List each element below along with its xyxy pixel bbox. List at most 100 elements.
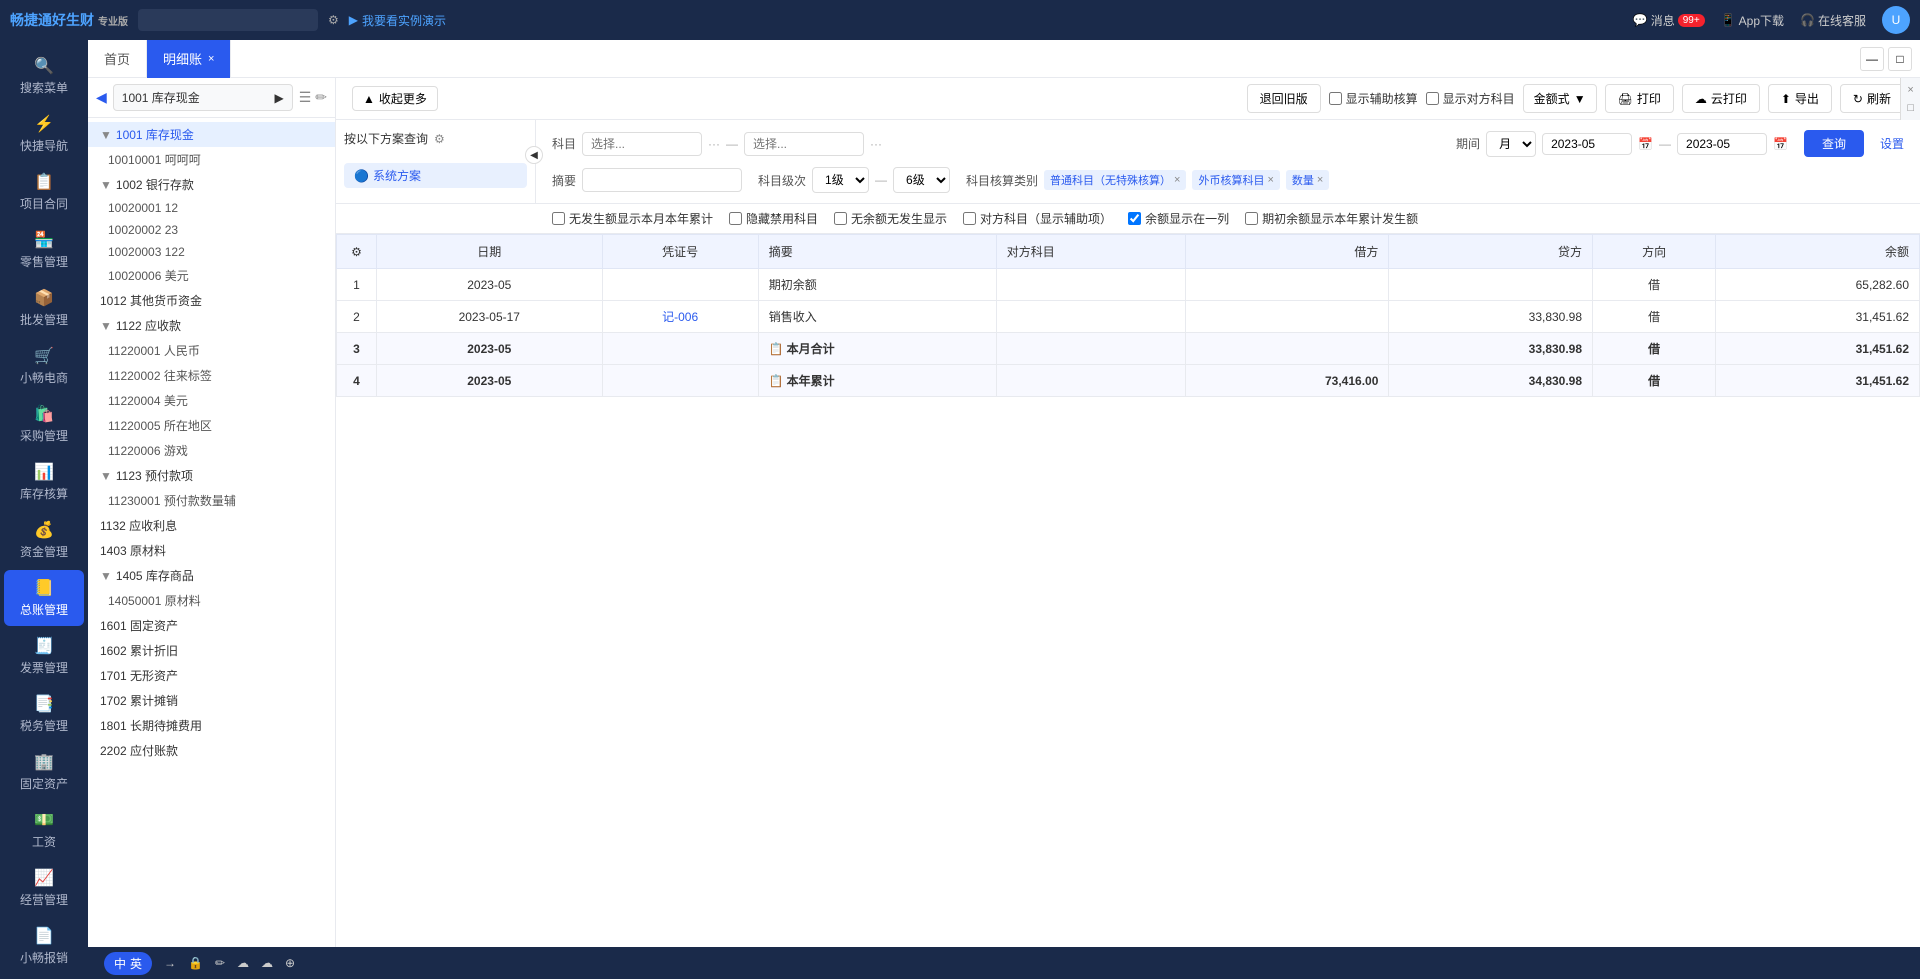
status-edit-icon[interactable]: ✏ bbox=[215, 956, 225, 970]
voucher-link[interactable]: 记-006 bbox=[662, 310, 698, 324]
sidebar-item-ecommerce[interactable]: 🛒 小畅电商 bbox=[4, 338, 84, 394]
tree-node-1001[interactable]: ▼1001 库存现金 bbox=[88, 122, 335, 147]
level-to-select[interactable]: 6级 bbox=[893, 167, 950, 193]
tree-node-1601[interactable]: 1601 固定资产 bbox=[88, 613, 335, 638]
tree-node-10020003[interactable]: 10020003 122 bbox=[88, 241, 335, 263]
scheme-settings-icon[interactable]: ⚙ bbox=[434, 132, 445, 146]
tab-home[interactable]: 首页 bbox=[88, 40, 147, 78]
no-occur-input[interactable] bbox=[552, 212, 565, 225]
contra-dir-input[interactable] bbox=[963, 212, 976, 225]
tree-node-1701[interactable]: 1701 无形资产 bbox=[88, 663, 335, 688]
level-from-select[interactable]: 1级 bbox=[812, 167, 869, 193]
no-open-accum-input[interactable] bbox=[1245, 212, 1258, 225]
tab-maximize-btn[interactable]: □ bbox=[1888, 47, 1912, 71]
sidebar-item-quick[interactable]: ⚡ 快捷导航 bbox=[4, 106, 84, 162]
cloud-print-btn[interactable]: ☁ 云打印 bbox=[1682, 84, 1760, 113]
sidebar-item-business[interactable]: 📈 经营管理 bbox=[4, 860, 84, 916]
sidebar-item-invoice[interactable]: 🧾 发票管理 bbox=[4, 628, 84, 684]
tree-node-1002[interactable]: ▼1002 银行存款 bbox=[88, 172, 335, 197]
tab-detail[interactable]: 明细账 × bbox=[147, 40, 231, 78]
calendar-from-icon[interactable]: 📅 bbox=[1638, 137, 1653, 151]
show-contra-input[interactable] bbox=[1426, 92, 1439, 105]
search-btn[interactable]: 查询 bbox=[1804, 130, 1864, 157]
online-service-btn[interactable]: 🎧 在线客服 bbox=[1800, 12, 1866, 29]
system-scheme-btn[interactable]: 🔵 系统方案 bbox=[344, 163, 527, 188]
balance-one-col-input[interactable] bbox=[1128, 212, 1141, 225]
user-avatar[interactable]: U bbox=[1882, 6, 1910, 34]
subject-to-input[interactable] bbox=[744, 132, 864, 156]
tab-close-btn[interactable]: × bbox=[208, 53, 214, 65]
th-settings[interactable]: ⚙ bbox=[337, 235, 377, 269]
tree-node-11220002[interactable]: 11220002 往来标签 bbox=[88, 363, 335, 388]
sidebar-item-assets[interactable]: 🏢 固定资产 bbox=[4, 744, 84, 800]
calendar-to-icon[interactable]: 📅 bbox=[1773, 137, 1788, 151]
tag-quantity-close[interactable]: × bbox=[1317, 174, 1323, 186]
tree-node-1123[interactable]: ▼1123 预付款项 bbox=[88, 463, 335, 488]
tree-node-1602[interactable]: 1602 累计折旧 bbox=[88, 638, 335, 663]
sidebar-item-search[interactable]: 🔍 搜索菜单 bbox=[4, 48, 84, 104]
tree-node-14050001[interactable]: 14050001 原材料 bbox=[88, 588, 335, 613]
show-contra-checkbox[interactable]: 显示对方科目 bbox=[1426, 90, 1515, 107]
amount-format-btn[interactable]: 金额式 ▼ bbox=[1523, 84, 1597, 113]
return-old-btn[interactable]: 退回旧版 bbox=[1247, 84, 1321, 113]
tree-node-1702[interactable]: 1702 累计摊销 bbox=[88, 688, 335, 713]
tree-node-1012[interactable]: 1012 其他货币资金 bbox=[88, 288, 335, 313]
period-from-input[interactable] bbox=[1542, 133, 1632, 155]
subject-from-input[interactable] bbox=[582, 132, 702, 156]
hide-disabled-checkbox[interactable]: 隐藏禁用科目 bbox=[729, 210, 818, 227]
no-balance-checkbox[interactable]: 无余额无发生显示 bbox=[834, 210, 947, 227]
show-aux-input[interactable] bbox=[1329, 92, 1342, 105]
search-input[interactable] bbox=[138, 9, 318, 31]
no-open-accum-checkbox[interactable]: 期初余额显示本年累计发生额 bbox=[1245, 210, 1418, 227]
float-close-btn[interactable]: × bbox=[1903, 82, 1918, 98]
tree-node-11220001[interactable]: 11220001 人民币 bbox=[88, 338, 335, 363]
collapse-btn[interactable]: ◀ bbox=[525, 146, 543, 164]
tree-node-10020001[interactable]: 10020001 12 bbox=[88, 197, 335, 219]
sidebar-item-purchase[interactable]: 🛍️ 采购管理 bbox=[4, 396, 84, 452]
status-cloud1-icon[interactable]: ☁ bbox=[237, 956, 249, 970]
no-balance-input[interactable] bbox=[834, 212, 847, 225]
tree-node-1122[interactable]: ▼1122 应收款 bbox=[88, 313, 335, 338]
summary-input[interactable] bbox=[582, 168, 742, 192]
tree-node-11220005[interactable]: 11220005 所在地区 bbox=[88, 413, 335, 438]
app-download-btn[interactable]: 📱 App下载 bbox=[1721, 12, 1784, 29]
tag-foreign-close[interactable]: × bbox=[1267, 174, 1273, 186]
table-settings-icon[interactable]: ⚙ bbox=[351, 245, 362, 259]
status-lang-btn[interactable]: 中 英 bbox=[104, 952, 152, 975]
hide-disabled-input[interactable] bbox=[729, 212, 742, 225]
tree-node-10010001[interactable]: 10010001 呵呵呵 bbox=[88, 147, 335, 172]
tab-minimize-btn[interactable]: — bbox=[1860, 47, 1884, 71]
sidebar-item-project[interactable]: 📋 项目合同 bbox=[4, 164, 84, 220]
sidebar-item-ledger[interactable]: 📒 总账管理 bbox=[4, 570, 84, 626]
expand-more-btn[interactable]: ▲ 收起更多 bbox=[352, 86, 438, 111]
refresh-btn[interactable]: ↻ 刷新 bbox=[1840, 84, 1904, 113]
sidebar-item-tax[interactable]: 📑 税务管理 bbox=[4, 686, 84, 742]
contra-dir-checkbox[interactable]: 对方科目（显示辅助项） bbox=[963, 210, 1112, 227]
account-selector[interactable]: 1001 库存现金 ▶ bbox=[113, 84, 293, 111]
sidebar-item-retail[interactable]: 🏪 零售管理 bbox=[4, 222, 84, 278]
sidebar-item-capital[interactable]: 💰 资金管理 bbox=[4, 512, 84, 568]
no-occur-checkbox[interactable]: 无发生额显示本月本年累计 bbox=[552, 210, 713, 227]
sidebar-item-salary[interactable]: 💵 工资 bbox=[4, 802, 84, 858]
tree-node-1405[interactable]: ▼1405 库存商品 bbox=[88, 563, 335, 588]
tree-list-icon[interactable]: ☰ bbox=[299, 89, 312, 106]
sidebar-item-salesreport[interactable]: 📄 小畅报销 bbox=[4, 918, 84, 974]
tree-edit-icon[interactable]: ✏ bbox=[315, 89, 327, 106]
cell-voucher[interactable]: 记-006 bbox=[602, 301, 758, 333]
status-add-icon[interactable]: ⊕ bbox=[285, 956, 295, 970]
settings-gear-icon[interactable]: ⚙ bbox=[328, 13, 339, 27]
demo-link[interactable]: ▶ 我要看实例演示 bbox=[349, 12, 446, 29]
sidebar-item-wholesale[interactable]: 📦 批发管理 bbox=[4, 280, 84, 336]
tag-normal-close[interactable]: × bbox=[1174, 174, 1180, 186]
tree-node-11220006[interactable]: 11220006 游戏 bbox=[88, 438, 335, 463]
tree-node-1403[interactable]: 1403 原材料 bbox=[88, 538, 335, 563]
message-btn[interactable]: 💬 消息 99+ bbox=[1633, 12, 1705, 29]
status-cloud2-icon[interactable]: ☁ bbox=[261, 956, 273, 970]
print-btn[interactable]: 🖨 打印 bbox=[1605, 84, 1674, 113]
tree-node-11230001[interactable]: 11230001 预付款数量辅 bbox=[88, 488, 335, 513]
tree-node-1801[interactable]: 1801 长期待摊费用 bbox=[88, 713, 335, 738]
tree-node-11220004[interactable]: 11220004 美元 bbox=[88, 388, 335, 413]
show-aux-checkbox[interactable]: 显示辅助核算 bbox=[1329, 90, 1418, 107]
float-expand-btn[interactable]: □ bbox=[1903, 100, 1918, 116]
balance-one-col-checkbox[interactable]: 余额显示在一列 bbox=[1128, 210, 1229, 227]
